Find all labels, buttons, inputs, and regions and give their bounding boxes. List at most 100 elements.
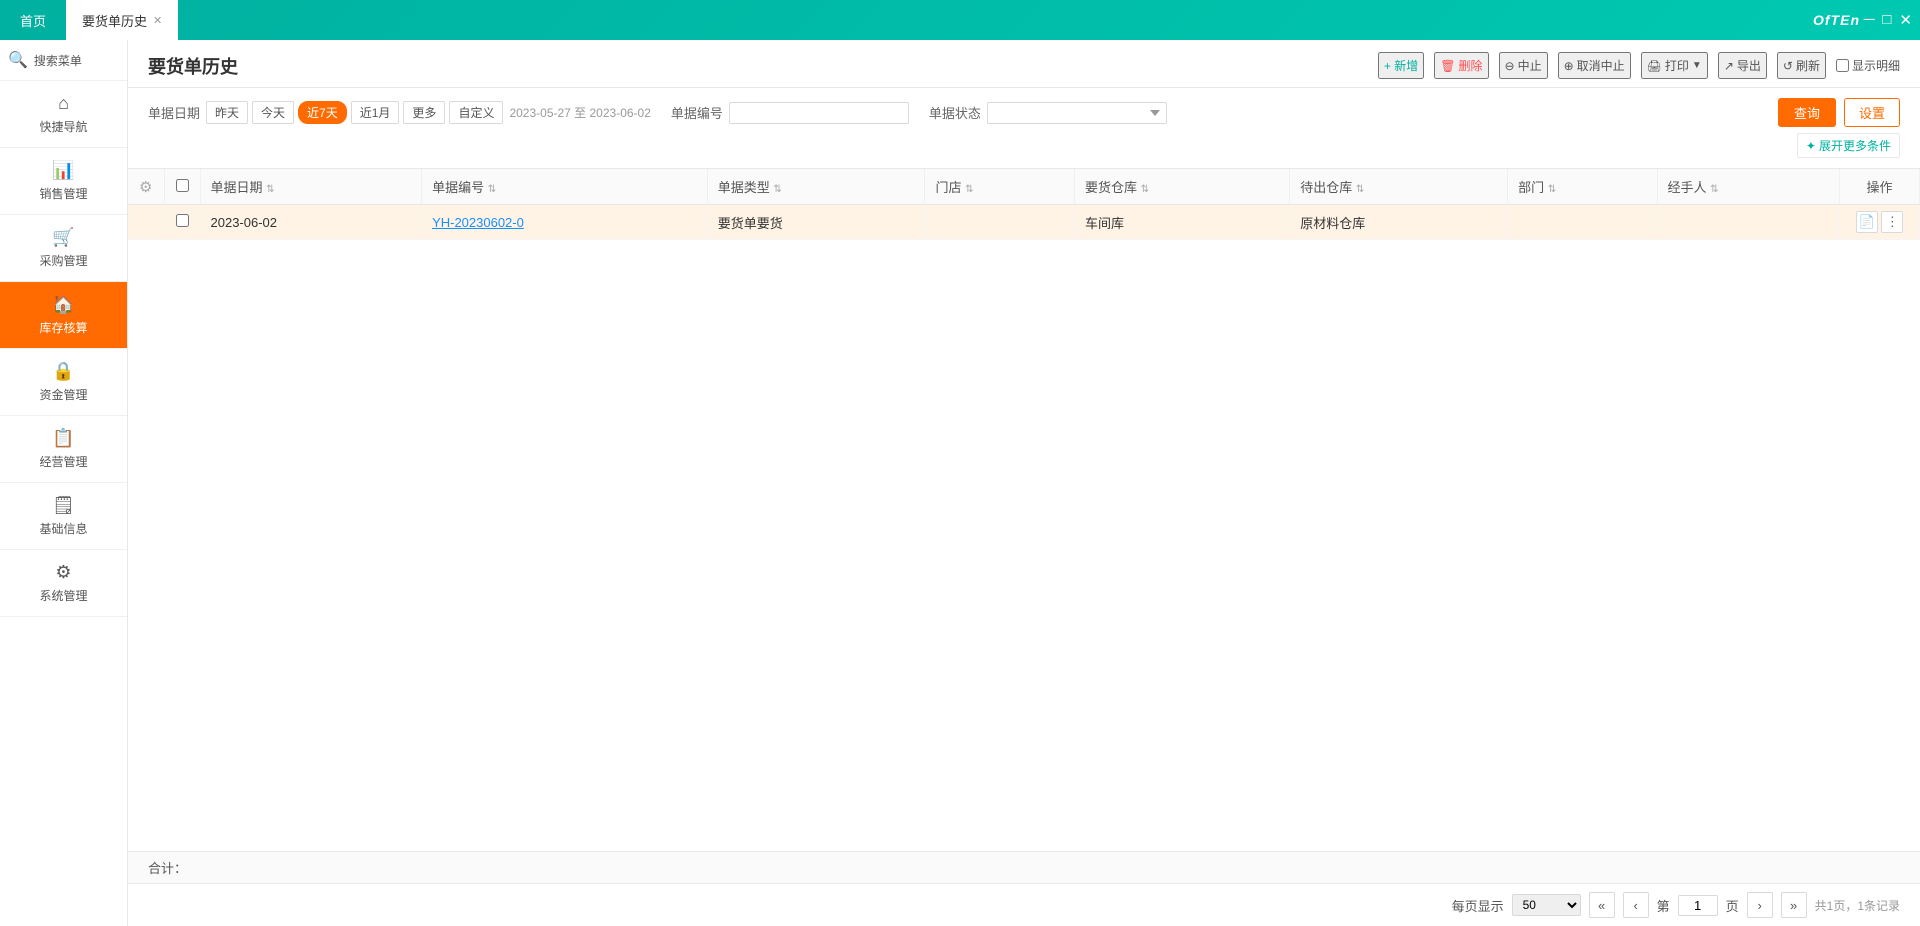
- sort-department-icon[interactable]: ⇅: [1548, 184, 1556, 195]
- tab-home[interactable]: 首页: [0, 0, 66, 40]
- expand-filter-button[interactable]: ✦ 展开更多条件: [1797, 133, 1900, 158]
- refresh-label: 刷新: [1796, 57, 1820, 74]
- total-info: 共1页，1条记录: [1815, 897, 1900, 914]
- page-input[interactable]: [1678, 895, 1718, 916]
- sidebar-item-finance-label: 资金管理: [39, 386, 87, 403]
- date-btn-more[interactable]: 更多: [403, 101, 445, 124]
- col-bill-type: 单据类型 ⇅: [707, 169, 925, 205]
- sidebar-item-sales[interactable]: 📊 销售管理: [0, 148, 127, 215]
- query-button[interactable]: 查询: [1778, 98, 1836, 127]
- delete-button[interactable]: 🗑 删除: [1434, 52, 1488, 79]
- cancel-stop-label: 取消中止: [1577, 57, 1625, 74]
- sidebar-item-system[interactable]: ⚙ 系统管理: [0, 550, 127, 617]
- warehouse-icon: 🏠: [52, 294, 74, 315]
- brand-label: OfTEn: [1813, 12, 1860, 28]
- filter-status-select[interactable]: [987, 102, 1167, 124]
- next-page-button[interactable]: ›: [1747, 892, 1773, 918]
- filter-date-label: 单据日期: [148, 103, 200, 122]
- table-settings-icon[interactable]: ⚙: [139, 179, 152, 196]
- sidebar-search[interactable]: 🔍 搜索菜单: [0, 40, 127, 81]
- last-page-button[interactable]: »: [1781, 892, 1807, 918]
- sidebar-item-quick-nav-label: 快捷导航: [39, 118, 87, 135]
- page-jump-label: 第: [1657, 896, 1670, 915]
- filter-row-2: ✦ 展开更多条件: [148, 133, 1900, 158]
- settings-button[interactable]: 设置: [1844, 98, 1900, 127]
- page-title: 要货单历史: [148, 53, 238, 79]
- filter-status-label: 单据状态: [929, 103, 981, 122]
- col-handler-label: 经手人: [1668, 180, 1707, 195]
- tab-bill-history-label: 要货单历史: [82, 11, 147, 30]
- row-more-icon[interactable]: ⋮: [1881, 211, 1903, 233]
- sidebar-item-sales-label: 销售管理: [39, 185, 87, 202]
- select-all-checkbox[interactable]: [176, 179, 189, 192]
- close-window-icon[interactable]: ✕: [1899, 11, 1912, 29]
- sidebar-item-quick-nav[interactable]: ⌂ 快捷导航: [0, 81, 127, 148]
- col-bill-type-label: 单据类型: [718, 180, 770, 195]
- date-btn-custom[interactable]: 自定义: [449, 101, 503, 124]
- sort-bill-no-icon[interactable]: ⇅: [488, 184, 496, 195]
- toolbar: + 新增 🗑 删除 ⊖ 中止 ⊕ 取消中止 🖨 打印 ▼: [1378, 52, 1900, 79]
- filter-status-item: 单据状态: [929, 102, 1167, 124]
- main-layout: 🔍 搜索菜单 ⌂ 快捷导航 📊 销售管理 🛒 采购管理 🏠 库存核算 🔒 资金管…: [0, 40, 1920, 926]
- sidebar-item-finance[interactable]: 🔒 资金管理: [0, 349, 127, 416]
- sort-to-warehouse-icon[interactable]: ⇅: [1356, 184, 1364, 195]
- col-bill-no-label: 单据编号: [432, 180, 484, 195]
- print-label: 打印: [1665, 57, 1689, 74]
- refresh-button[interactable]: ↺ 刷新: [1777, 52, 1826, 79]
- date-btn-yesterday[interactable]: 昨天: [206, 101, 248, 124]
- col-from-warehouse: 要货仓库 ⇅: [1074, 169, 1289, 205]
- sidebar-search-label: 搜索菜单: [34, 52, 82, 69]
- first-page-button[interactable]: «: [1589, 892, 1615, 918]
- sort-bill-type-icon[interactable]: ⇅: [773, 184, 781, 195]
- sidebar-item-operations-label: 经营管理: [39, 453, 87, 470]
- sidebar-item-operations[interactable]: 📋 经营管理: [0, 416, 127, 483]
- pagination-bar: 每页显示 20 50 100 200 « ‹ 第 页 › » 共1页，1条记录: [128, 883, 1920, 926]
- page-header: 要货单历史 + 新增 🗑 删除 ⊖ 中止 ⊕ 取消中止 🖨 打印: [128, 40, 1920, 88]
- row-bill-no[interactable]: YH-20230602-0: [422, 205, 708, 240]
- date-btn-1month[interactable]: 近1月: [351, 101, 400, 124]
- print-icon: 🖨: [1647, 59, 1662, 73]
- sidebar-item-purchase[interactable]: 🛒 采购管理: [0, 215, 127, 282]
- row-checkbox[interactable]: [176, 214, 189, 227]
- tab-list: 首页 要货单历史 ✕: [0, 0, 178, 40]
- row-view-icon[interactable]: 📄: [1856, 211, 1878, 233]
- refresh-icon: ↺: [1783, 59, 1793, 73]
- delete-icon: 🗑: [1440, 59, 1455, 73]
- col-to-warehouse-label: 待出仓库: [1300, 180, 1352, 195]
- sort-from-warehouse-icon[interactable]: ⇅: [1141, 184, 1149, 195]
- stop-button[interactable]: ⊖ 中止: [1499, 52, 1548, 79]
- display-detail-checkbox[interactable]: 显示明细: [1836, 57, 1900, 74]
- filter-billno-input[interactable]: [729, 102, 909, 124]
- col-checkbox: [164, 169, 200, 205]
- prev-page-button[interactable]: ‹: [1623, 892, 1649, 918]
- date-btn-7days[interactable]: 近7天: [298, 101, 347, 124]
- minimize-icon[interactable]: ─: [1864, 11, 1875, 29]
- display-detail-label: 显示明细: [1852, 57, 1900, 74]
- export-button[interactable]: ↗ 导出: [1718, 52, 1767, 79]
- filter-area: 单据日期 昨天 今天 近7天 近1月 更多 自定义 2023-05-27 至 2…: [128, 88, 1920, 169]
- table-row: 2023-06-02 YH-20230602-0 要货单要货 车间库: [128, 205, 1920, 240]
- row-settings-cell: [128, 205, 164, 240]
- sidebar-item-basic-info-label: 基础信息: [39, 520, 87, 537]
- new-button[interactable]: + 新增: [1378, 52, 1424, 79]
- sort-bill-date-icon[interactable]: ⇅: [266, 184, 274, 195]
- sort-handler-icon[interactable]: ⇅: [1710, 184, 1718, 195]
- table-area: ⚙ 单据日期 ⇅ 单据编号 ⇅: [128, 169, 1920, 851]
- cancel-stop-icon: ⊕: [1564, 59, 1574, 73]
- date-btn-today[interactable]: 今天: [252, 101, 294, 124]
- tab-bill-history[interactable]: 要货单历史 ✕: [66, 0, 178, 40]
- sidebar-item-inventory[interactable]: 🏠 库存核算: [0, 282, 127, 349]
- sidebar-item-basic-info[interactable]: 🗒 基础信息: [0, 483, 127, 550]
- cancel-stop-button[interactable]: ⊕ 取消中止: [1558, 52, 1631, 79]
- sidebar-item-inventory-label: 库存核算: [39, 319, 87, 336]
- cart-icon: 🛒: [52, 227, 74, 248]
- display-detail-check[interactable]: [1836, 59, 1849, 72]
- tab-close-icon[interactable]: ✕: [153, 14, 162, 27]
- print-button[interactable]: 🖨 打印 ▼: [1641, 52, 1708, 79]
- filter-date-item: 单据日期 昨天 今天 近7天 近1月 更多 自定义 2023-05-27 至 2…: [148, 101, 651, 124]
- filter-billno-label: 单据编号: [671, 103, 723, 122]
- sort-store-icon[interactable]: ⇅: [965, 184, 973, 195]
- row-from-warehouse: 车间库: [1074, 205, 1289, 240]
- page-size-select[interactable]: 20 50 100 200: [1512, 894, 1581, 916]
- maximize-icon[interactable]: □: [1882, 11, 1891, 29]
